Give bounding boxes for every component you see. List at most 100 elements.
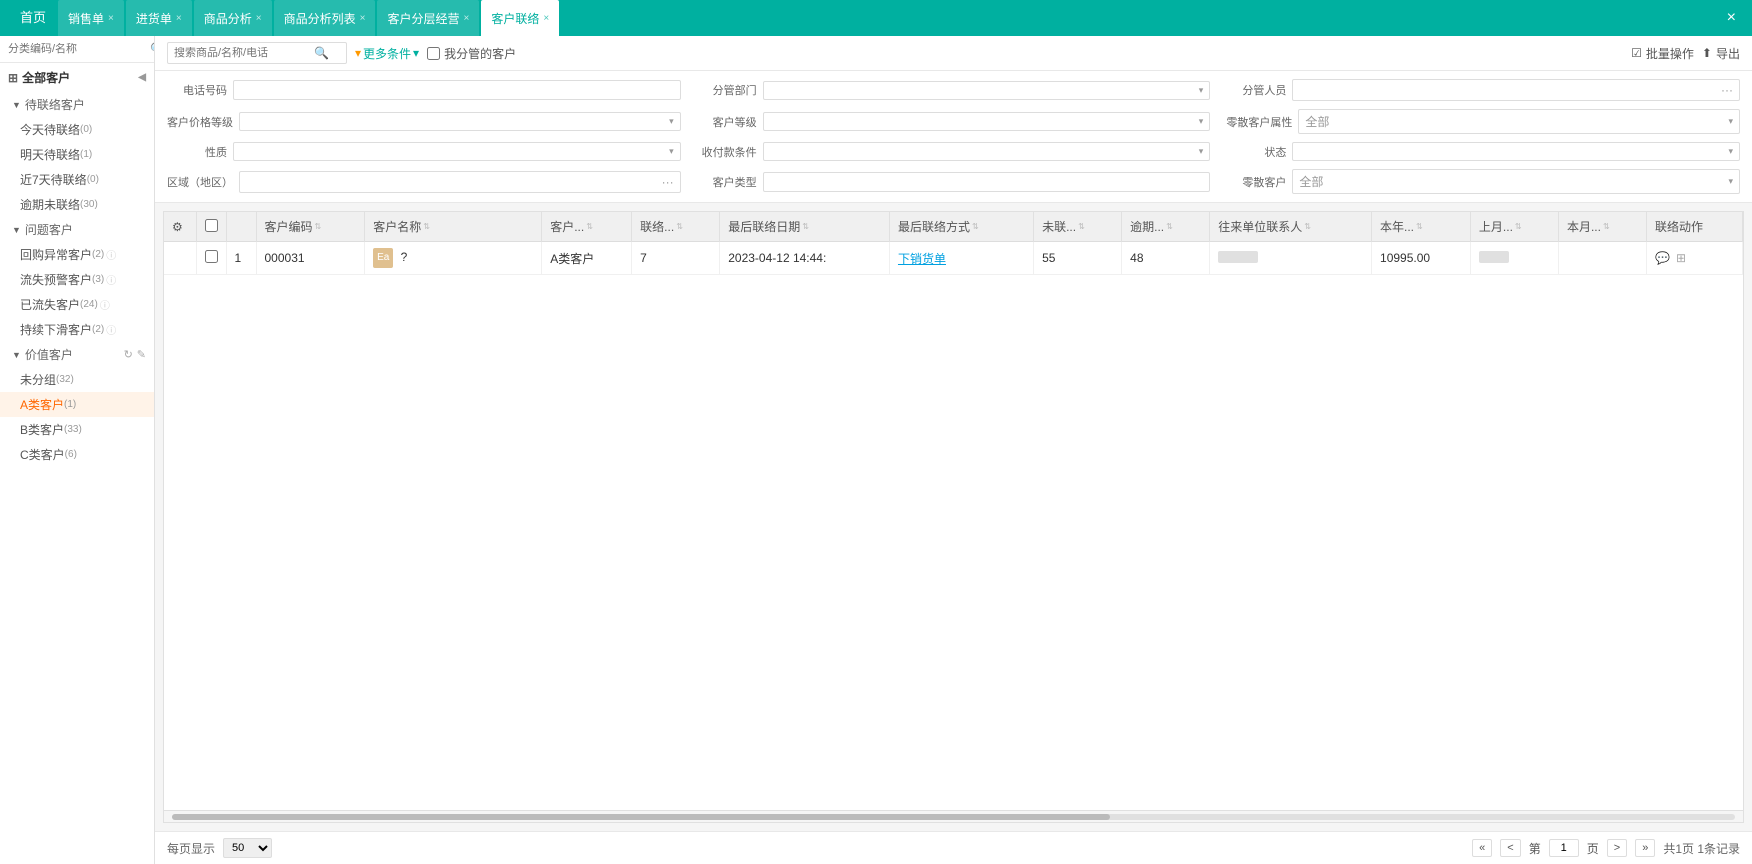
nav-tab-purchase[interactable]: 进货单 × <box>126 0 192 36</box>
nav-home[interactable]: 首页 <box>8 0 58 36</box>
col-name[interactable]: 客户名称 ⇅ <box>365 212 542 242</box>
export-button[interactable]: ⬆ 导出 <box>1702 45 1740 62</box>
col-this-month-label: 本月... <box>1567 218 1601 235</box>
my-customer-checkbox-wrap[interactable]: 我分管的客户 <box>427 45 516 62</box>
sidebar-item-today[interactable]: 今天待联络 (0) <box>0 117 154 142</box>
price-level-arrow-icon: ▾ <box>669 116 674 127</box>
status-select[interactable]: ▾ <box>1292 142 1740 161</box>
customer-level-select[interactable]: ▾ <box>763 112 1211 131</box>
row-message-icon[interactable]: 💬 <box>1655 251 1670 265</box>
col-this-month[interactable]: 本月... ⇅ <box>1558 212 1646 242</box>
class-c-badge: (6) <box>65 449 77 460</box>
sidebar-group-problem[interactable]: ▼ 问题客户 <box>0 217 154 242</box>
sidebar-item-churn-warning[interactable]: 流失预警客户 (3) ⓘ <box>0 267 154 292</box>
select-all-checkbox[interactable] <box>205 219 218 232</box>
col-code-label: 客户编码 <box>265 218 313 235</box>
main-search-icon[interactable]: 🔍 <box>314 46 329 60</box>
sidebar-search-input[interactable] <box>8 43 150 55</box>
sidebar-item-declining[interactable]: 持续下滑客户 (2) ⓘ <box>0 317 154 342</box>
col-level[interactable]: 客户... ⇅ <box>542 212 632 242</box>
payment-select[interactable]: ▾ <box>763 142 1211 161</box>
today-badge: (0) <box>80 124 92 135</box>
prev-page-button[interactable]: < <box>1500 839 1520 857</box>
page-size-select[interactable]: 50 100 <box>223 838 272 858</box>
my-customer-checkbox[interactable] <box>427 47 440 60</box>
nav-tab-customer-segment[interactable]: 客户分层经营 × <box>377 0 479 36</box>
col-settings[interactable]: ⚙ <box>164 212 196 242</box>
first-page-button[interactable]: « <box>1472 839 1492 857</box>
churn-warning-info-icon: ⓘ <box>106 272 116 287</box>
phone-input[interactable] <box>233 80 681 100</box>
col-code[interactable]: 客户编码 ⇅ <box>256 212 365 242</box>
row-checkbox[interactable] <box>205 250 218 263</box>
nav-tab-analysis-list-close[interactable]: × <box>360 13 366 24</box>
price-level-select[interactable]: ▾ <box>239 112 681 131</box>
sidebar-item-repurchase-abnormal[interactable]: 回购异常客户 (2) ⓘ <box>0 242 154 267</box>
person-select[interactable]: ··· <box>1292 79 1740 101</box>
sidebar-item-churned[interactable]: 已流失客户 (24) ⓘ <box>0 292 154 317</box>
export-label: 导出 <box>1716 45 1740 62</box>
value-refresh-icon[interactable]: ↻ <box>124 348 133 361</box>
settings-icon[interactable]: ⚙ <box>172 220 183 234</box>
nav-tab-customer-contact-close[interactable]: × <box>543 13 549 24</box>
retail-attr-select[interactable]: 全部 ▾ <box>1298 109 1740 134</box>
row-last-method-cell[interactable]: 下销货单 <box>889 242 1033 275</box>
data-table: ⚙ 客户编码 ⇅ <box>164 212 1743 275</box>
sidebar-item-ungrouped[interactable]: 未分组 (32) <box>0 367 154 392</box>
nature-label: 性质 <box>167 144 227 160</box>
sidebar-item-overdue[interactable]: 逾期未联络 (30) <box>0 192 154 217</box>
nav-tab-customer-segment-close[interactable]: × <box>463 13 469 24</box>
retail-customer-select[interactable]: 全部 ▾ <box>1292 169 1740 194</box>
row-last-method-link[interactable]: 下销货单 <box>898 252 946 266</box>
today-label: 今天待联络 <box>20 121 80 138</box>
nav-tab-purchase-label: 进货单 <box>136 10 172 27</box>
scrollbar-thumb[interactable] <box>172 814 1110 820</box>
sidebar-item-7days[interactable]: 近7天待联络 (0) <box>0 167 154 192</box>
sidebar-item-tomorrow[interactable]: 明天待联络 (1) <box>0 142 154 167</box>
nav-tab-analysis-close[interactable]: × <box>256 13 262 24</box>
sidebar-item-class-a[interactable]: A类客户 (1) <box>0 392 154 417</box>
nav-tab-purchase-close[interactable]: × <box>176 13 182 24</box>
row-checkbox-cell[interactable] <box>196 242 226 275</box>
last-page-button[interactable]: » <box>1635 839 1655 857</box>
nature-select[interactable]: ▾ <box>233 142 681 161</box>
global-close-button[interactable]: × <box>1719 9 1744 27</box>
sidebar-group-pending[interactable]: ▼ 待联络客户 <box>0 92 154 117</box>
col-last-contact-date[interactable]: 最后联络日期 ⇅ <box>720 212 890 242</box>
customer-type-input[interactable] <box>763 172 1211 192</box>
dept-select[interactable]: ▾ <box>763 81 1211 100</box>
7days-badge: (0) <box>87 174 99 185</box>
advanced-filter: 电话号码 分管部门 ▾ 分管人员 ··· <box>155 71 1752 203</box>
batch-ops-button[interactable]: ☑ 批量操作 <box>1631 45 1694 62</box>
table-header-row: ⚙ 客户编码 ⇅ <box>164 212 1743 242</box>
col-last-date-label: 最后联络日期 <box>728 218 800 235</box>
row-action-cell: 💬 ⊞ <box>1647 242 1743 275</box>
nav-tab-sales[interactable]: 销售单 × <box>58 0 124 36</box>
page-number-input[interactable] <box>1549 839 1579 857</box>
sidebar-item-class-c[interactable]: C类客户 (6) <box>0 442 154 467</box>
sidebar-all-customers[interactable]: ⊞ 全部客户 ◀ <box>0 63 154 92</box>
col-checkbox[interactable] <box>196 212 226 242</box>
col-this-year[interactable]: 本年... ⇅ <box>1372 212 1471 242</box>
sidebar-group-value[interactable]: ▼ 价值客户 ↻ ✎ <box>0 342 154 367</box>
region-select[interactable]: ··· <box>239 171 681 193</box>
nav-tab-sales-close[interactable]: × <box>108 13 114 24</box>
nav-tab-analysis[interactable]: 商品分析 × <box>194 0 272 36</box>
col-overdue[interactable]: 逾期... ⇅ <box>1122 212 1210 242</box>
sidebar-item-class-b[interactable]: B类客户 (33) <box>0 417 154 442</box>
nav-tab-customer-contact[interactable]: 客户联络 × <box>481 0 559 36</box>
row-grid-icon[interactable]: ⊞ <box>1676 251 1686 265</box>
more-conditions-button[interactable]: ▾ 更多条件 ▾ <box>355 45 419 62</box>
nav-tab-analysis-list[interactable]: 商品分析列表 × <box>274 0 376 36</box>
col-last-month[interactable]: 上月... ⇅ <box>1470 212 1558 242</box>
col-last-date-sort-icon: ⇅ <box>802 222 809 231</box>
col-no-contact[interactable]: 未联... ⇅ <box>1034 212 1122 242</box>
horizontal-scrollbar[interactable] <box>164 810 1743 822</box>
sidebar-collapse-icon[interactable]: ◀ <box>138 72 146 83</box>
col-unit-contact[interactable]: 往来单位联系人 ⇅ <box>1210 212 1372 242</box>
col-contact[interactable]: 联络... ⇅ <box>632 212 720 242</box>
value-edit-icon[interactable]: ✎ <box>137 348 146 361</box>
col-last-contact-method[interactable]: 最后联络方式 ⇅ <box>889 212 1033 242</box>
next-page-button[interactable]: > <box>1607 839 1627 857</box>
main-search-input[interactable] <box>174 47 314 59</box>
